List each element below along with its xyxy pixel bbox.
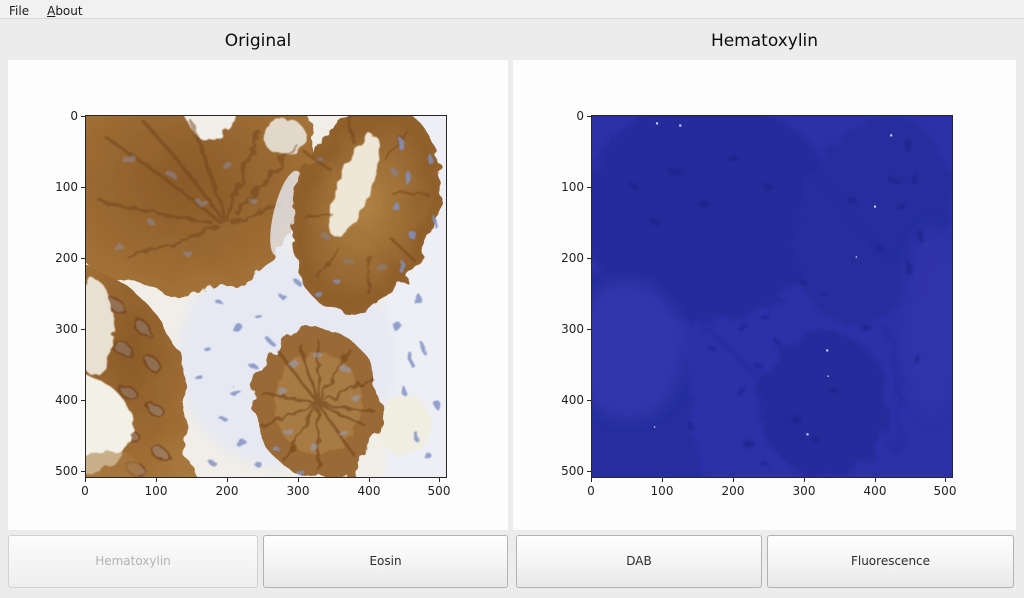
menu-file-label: File [9,4,30,18]
y-tick-label: 300 [550,323,592,335]
x-tick-label: 200 [205,477,249,497]
y-tick-label: 400 [44,394,86,406]
y-tick-label: 0 [550,110,592,122]
x-tick-label: 400 [347,477,391,497]
menu-about-rest: bout [55,4,83,18]
menubar: File About [0,0,1024,19]
y-tick-label: 400 [550,394,592,406]
x-tick-label: 0 [569,477,613,497]
ihc-original-art [86,116,446,477]
y-tick-label: 100 [550,181,592,193]
x-tick-label: 100 [640,477,684,497]
hematoxylin-art [592,116,952,477]
x-tick-label: 500 [417,477,461,497]
menu-item-file[interactable]: File [0,1,38,19]
stain-button-fluorescence[interactable]: Fluorescence [767,535,1014,588]
x-tick-label: 300 [276,477,320,497]
y-tick-label: 300 [44,323,86,335]
y-tick-label: 200 [550,252,592,264]
original-plot-axes: 0 100 200 300 400 500 0 100 200 300 400 … [55,110,450,497]
menu-item-about[interactable]: About [38,1,92,19]
original-panel: 0 100 200 300 400 500 0 100 200 300 400 … [8,60,508,530]
stain-button-hematoxylin[interactable]: Hematoxylin [8,535,258,588]
app-window: File About Original Hematoxylin 0 100 20… [0,0,1024,598]
ihc-original-image [85,115,447,478]
panel-title-original: Original [224,31,292,51]
hematoxylin-plot-axes: 0 100 200 300 400 500 0 100 200 300 400 … [561,110,956,497]
x-tick-label: 100 [134,477,178,497]
hematoxylin-panel: 0 100 200 300 400 500 0 100 200 300 400 … [513,60,1016,530]
y-tick-label: 100 [44,181,86,193]
y-tick-label: 500 [44,465,86,477]
y-tick-label: 200 [44,252,86,264]
panel-title-hematoxylin: Hematoxylin [710,31,819,51]
stain-button-eosin[interactable]: Eosin [263,535,508,588]
stain-button-dab[interactable]: DAB [516,535,762,588]
y-tick-label: 500 [550,465,592,477]
x-tick-label: 200 [711,477,755,497]
x-tick-label: 400 [853,477,897,497]
hematoxylin-channel-image [591,115,953,478]
x-tick-label: 0 [63,477,107,497]
x-tick-label: 300 [782,477,826,497]
y-tick-label: 0 [44,110,86,122]
x-tick-label: 500 [923,477,967,497]
